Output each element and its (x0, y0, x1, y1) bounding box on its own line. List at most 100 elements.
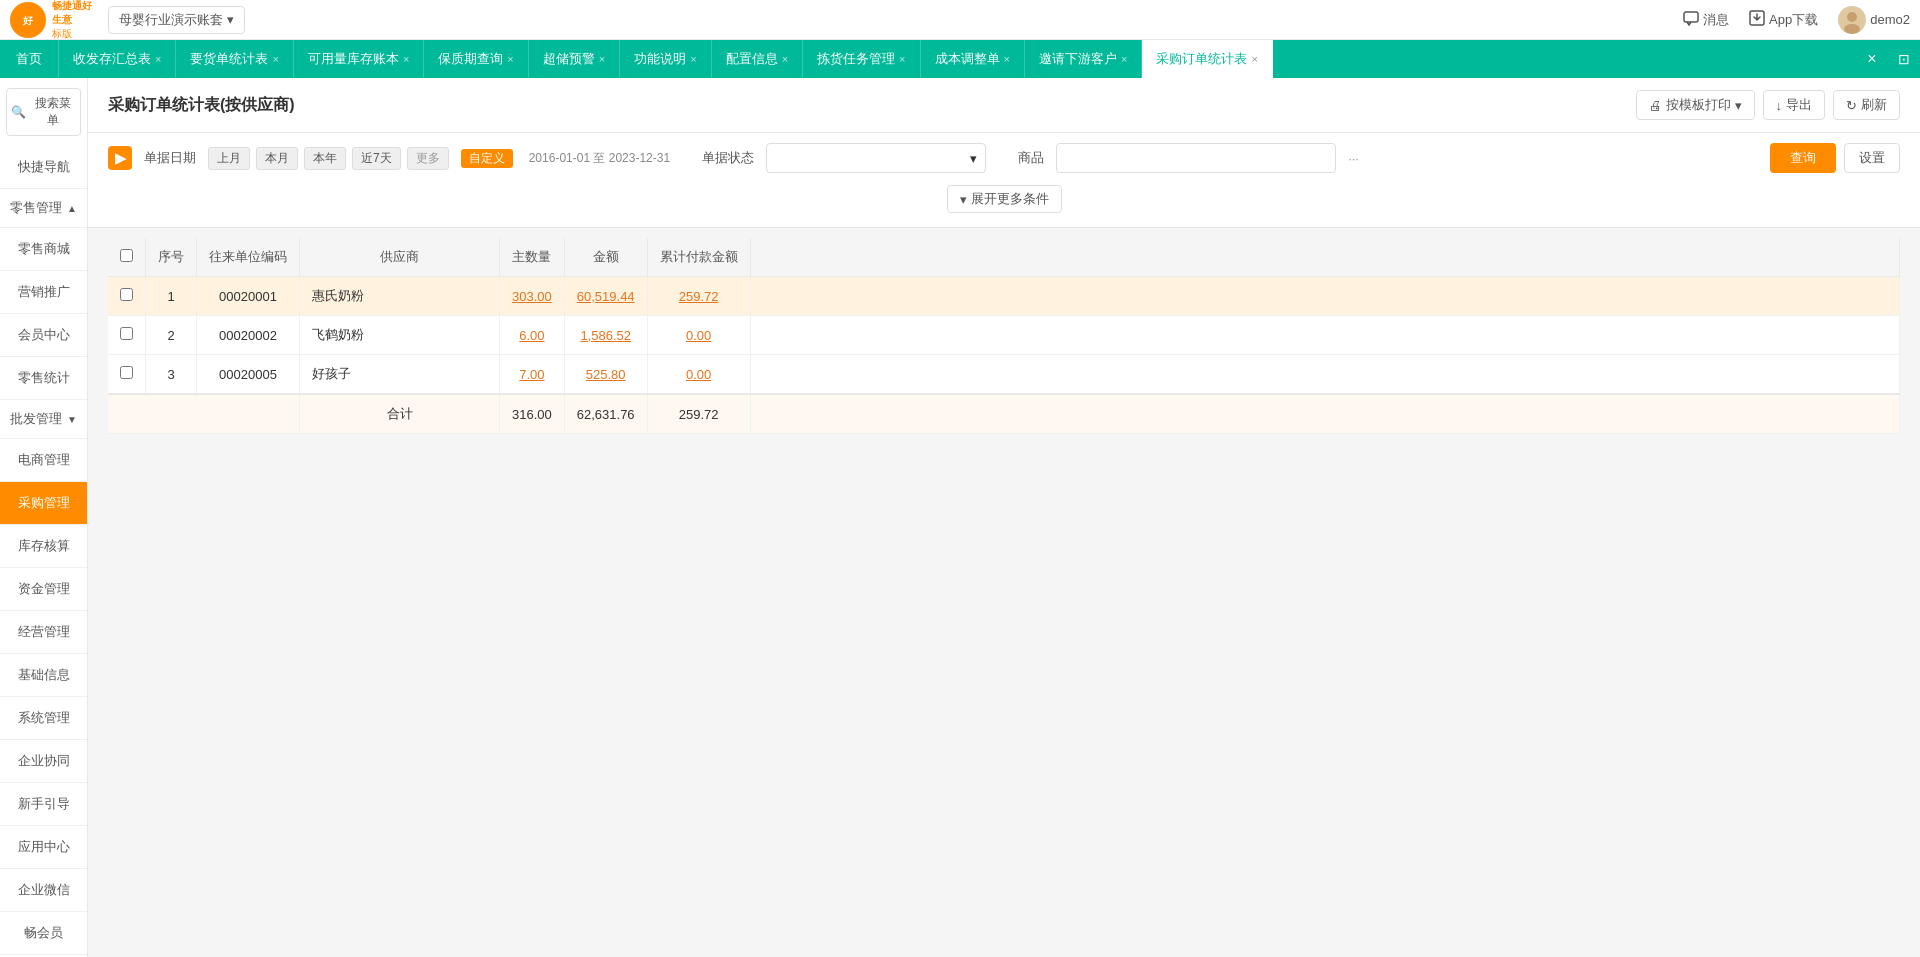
tab-chengbentj[interactable]: 成本调整单 × (921, 40, 1025, 78)
tab-caigoudd[interactable]: 采购订单统计表 × (1142, 40, 1272, 78)
row-checkbox[interactable] (120, 366, 133, 379)
paid-link[interactable]: 259.72 (679, 289, 719, 304)
retail-mgmt-label: 零售管理 (10, 199, 62, 217)
sidebar-item-purchase[interactable]: 采购管理 (0, 482, 87, 525)
sidebar-item-member2[interactable]: 畅会员 (0, 912, 87, 955)
sidebar-item-basic-info[interactable]: 基础信息 (0, 654, 87, 697)
tab-peizhixx[interactable]: 配置信息 × (712, 40, 803, 78)
row-checkbox-cell (108, 277, 146, 316)
row-amount-cell[interactable]: 525.80 (564, 355, 647, 395)
sidebar-item-operations[interactable]: 经营管理 (0, 611, 87, 654)
tab-close-icon[interactable]: × (403, 53, 409, 65)
amount-link[interactable]: 60,519.44 (577, 289, 635, 304)
sidebar-item-member[interactable]: 会员中心 (0, 314, 87, 357)
tab-yaoqingxy[interactable]: 邀请下游客户 × (1025, 40, 1142, 78)
query-button[interactable]: 查询 (1770, 143, 1836, 173)
app-download-button[interactable]: App下载 (1749, 10, 1818, 29)
amount-link[interactable]: 1,586.52 (580, 328, 631, 343)
nav-maximize-button[interactable]: ⊡ (1888, 43, 1920, 75)
status-select[interactable]: ▾ (766, 143, 986, 173)
paid-link[interactable]: 0.00 (686, 367, 711, 382)
refresh-button[interactable]: ↻ 刷新 (1833, 90, 1900, 120)
filter-toggle-button[interactable]: ▶ (108, 146, 132, 170)
row-qty-cell[interactable]: 7.00 (500, 355, 565, 395)
sidebar-item-sys-mgmt[interactable]: 系统管理 (0, 697, 87, 740)
qty-link[interactable]: 7.00 (519, 367, 544, 382)
select-all-checkbox[interactable] (120, 249, 133, 262)
user-avatar[interactable]: demo2 (1838, 6, 1910, 34)
tab-baozhiqi[interactable]: 保质期查询 × (424, 40, 528, 78)
tab-close-icon[interactable]: × (272, 53, 278, 65)
tab-close-icon[interactable]: × (899, 53, 905, 65)
qty-link[interactable]: 303.00 (512, 289, 552, 304)
chevron-down-icon: ▾ (970, 151, 977, 166)
tab-close-icon[interactable]: × (782, 53, 788, 65)
shortcut-7days[interactable]: 近7天 (352, 147, 401, 170)
tab-close-icon[interactable]: × (1121, 53, 1127, 65)
tab-keyongkc[interactable]: 可用量库存账本 × (294, 40, 424, 78)
row-qty-cell[interactable]: 6.00 (500, 316, 565, 355)
sidebar-item-retail-shop[interactable]: 零售商城 (0, 228, 87, 271)
row-paid-cell[interactable]: 0.00 (647, 355, 750, 395)
tab-chaochuyj[interactable]: 超储预警 × (529, 40, 620, 78)
sidebar-item-wholesale[interactable]: 批发管理 ▼ (0, 400, 87, 439)
export-label: 导出 (1786, 96, 1812, 114)
tab-close-icon[interactable]: × (599, 53, 605, 65)
row-checkbox[interactable] (120, 327, 133, 340)
shortcut-more[interactable]: 更多 (407, 147, 449, 170)
paid-link[interactable]: 0.00 (686, 328, 711, 343)
row-checkbox[interactable] (120, 288, 133, 301)
sidebar-item-enterprise-wx[interactable]: 企业微信 (0, 869, 87, 912)
row-paid-cell[interactable]: 0.00 (647, 316, 750, 355)
sidebar-item-new-guide[interactable]: 新手引导 (0, 783, 87, 826)
tab-gongnengms[interactable]: 功能说明 × (620, 40, 711, 78)
retail-stats-label: 零售统计 (18, 370, 70, 385)
sidebar-item-finance[interactable]: 资金管理 (0, 568, 87, 611)
search-menu-button[interactable]: 🔍 搜索菜单 (6, 88, 81, 136)
nav-close-button[interactable]: × (1856, 43, 1888, 75)
row-paid-cell[interactable]: 259.72 (647, 277, 750, 316)
retail-shop-label: 零售商城 (18, 241, 70, 256)
member-label: 会员中心 (18, 327, 70, 342)
tab-label: 超储预警 (543, 50, 595, 68)
export-button[interactable]: ↓ 导出 (1763, 90, 1826, 120)
export-icon: ↓ (1776, 98, 1783, 113)
tab-close-icon[interactable]: × (690, 53, 696, 65)
ecommerce-label: 电商管理 (18, 452, 70, 467)
sidebar-item-retail-stats[interactable]: 零售统计 (0, 357, 87, 400)
amount-link[interactable]: 525.80 (586, 367, 626, 382)
tab-close-icon[interactable]: × (1251, 53, 1257, 65)
qty-link[interactable]: 6.00 (519, 328, 544, 343)
workspace-selector[interactable]: 母婴行业演示账套 ▾ (108, 6, 245, 34)
sidebar-item-retail-mgmt[interactable]: 零售管理 ▲ (0, 189, 87, 228)
sidebar-item-enterprise[interactable]: 企业协同 (0, 740, 87, 783)
row-amount-cell[interactable]: 60,519.44 (564, 277, 647, 316)
sidebar-item-inventory[interactable]: 库存核算 (0, 525, 87, 568)
tab-close-icon[interactable]: × (155, 53, 161, 65)
row-qty-cell[interactable]: 303.00 (500, 277, 565, 316)
expand-more-button[interactable]: ▾ 展开更多条件 (947, 185, 1062, 213)
shortcut-this-year[interactable]: 本年 (304, 147, 346, 170)
tab-shoufajh[interactable]: 收发存汇总表 × (59, 40, 176, 78)
data-table: 序号 往来单位编码 供应商 主数量 金额 累计付款金额 1 00020001 (108, 238, 1900, 434)
sidebar-item-marketing[interactable]: 营销推广 (0, 271, 87, 314)
tab-home[interactable]: 首页 (0, 40, 59, 78)
print-button[interactable]: 🖨 按模板打印 ▾ (1636, 90, 1755, 120)
tab-paihuorw[interactable]: 拣货任务管理 × (803, 40, 920, 78)
goods-more-icon[interactable]: ··· (1348, 151, 1359, 166)
settings-button[interactable]: 设置 (1844, 143, 1900, 173)
shortcut-last-month[interactable]: 上月 (208, 147, 250, 170)
sidebar-item-ecommerce[interactable]: 电商管理 (0, 439, 87, 482)
tab-yaohuodtj[interactable]: 要货单统计表 × (176, 40, 293, 78)
col-amount-header: 金额 (564, 238, 647, 277)
message-button[interactable]: 消息 (1683, 10, 1729, 29)
tab-label: 收发存汇总表 (73, 50, 151, 68)
sidebar-item-app-center[interactable]: 应用中心 (0, 826, 87, 869)
row-amount-cell[interactable]: 1,586.52 (564, 316, 647, 355)
shortcut-this-month[interactable]: 本月 (256, 147, 298, 170)
quicknav-label: 快捷导航 (18, 159, 70, 174)
sidebar-item-quicknav[interactable]: 快捷导航 (0, 146, 87, 189)
goods-input[interactable] (1056, 143, 1336, 173)
tab-close-icon[interactable]: × (507, 53, 513, 65)
tab-close-icon[interactable]: × (1004, 53, 1010, 65)
